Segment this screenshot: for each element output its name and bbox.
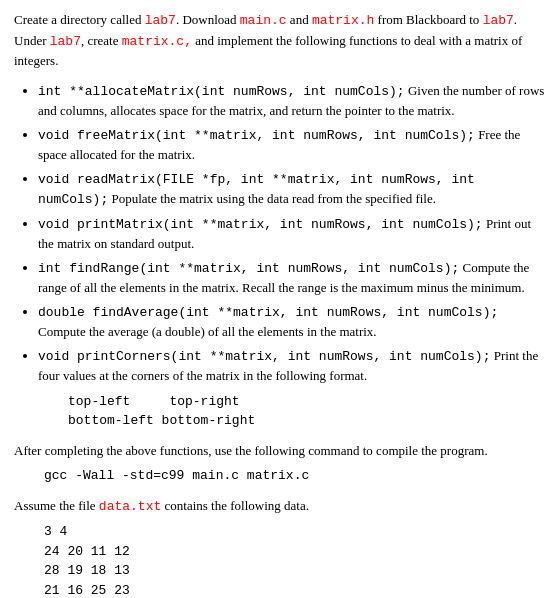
lab7-ref-2: lab7 <box>483 13 514 28</box>
lab7-ref-3: lab7 <box>50 34 81 49</box>
function-desc-3: Populate the matrix using the data read … <box>108 191 436 206</box>
data-line-4: 21 16 25 23 <box>44 581 545 599</box>
data-txt-ref: data.txt <box>99 499 161 514</box>
data-line-3: 28 19 18 13 <box>44 561 545 581</box>
list-item: void freeMatrix(int **matrix, int numRow… <box>38 125 545 165</box>
data-intro-text: Assume the file <box>14 498 99 513</box>
function-signature-5: int findRange(int **matrix, int numRows,… <box>38 261 459 276</box>
list-item: int **allocateMatrix(int numRows, int nu… <box>38 81 545 121</box>
lab7-ref-1: lab7 <box>145 13 176 28</box>
function-signature-1: int **allocateMatrix(int numRows, int nu… <box>38 84 405 99</box>
data-line-1: 3 4 <box>44 522 545 542</box>
list-item: void readMatrix(FILE *fp, int **matrix, … <box>38 169 545 210</box>
gcc-command-text: gcc -Wall -std=c99 main.c matrix.c <box>44 468 309 483</box>
list-item: int findRange(int **matrix, int numRows,… <box>38 258 545 298</box>
gcc-command: gcc -Wall -std=c99 main.c matrix.c <box>44 466 545 486</box>
intro-text-mid1: . Download <box>176 12 240 27</box>
data-intro: Assume the file data.txt contains the fo… <box>14 496 545 517</box>
data-intro-end: contains the following data. <box>161 498 309 513</box>
matrix-c-ref: matrix.c, <box>122 34 192 49</box>
function-signature-4: void printMatrix(int **matrix, int numRo… <box>38 217 483 232</box>
intro-text-mid3: from Blackboard to <box>374 12 482 27</box>
corners-format-line2: bottom-left bottom-right <box>68 411 545 431</box>
list-item: void printMatrix(int **matrix, int numRo… <box>38 214 545 254</box>
list-item: void printCorners(int **matrix, int numR… <box>38 346 545 431</box>
compile-intro: After completing the above functions, us… <box>14 441 545 461</box>
function-desc-6: Compute the average (a double) of all th… <box>38 324 377 339</box>
intro-text-before: Create a directory called <box>14 12 145 27</box>
data-content: 3 4 24 20 11 12 28 19 18 13 21 16 25 23 <box>44 522 545 598</box>
corners-format-line1: top-left top-right <box>68 392 545 412</box>
functions-list: int **allocateMatrix(int numRows, int nu… <box>38 81 545 431</box>
corners-format: top-left top-right bottom-left bottom-ri… <box>68 392 545 431</box>
intro-text-mid2: and <box>287 12 312 27</box>
data-line-2: 24 20 11 12 <box>44 542 545 562</box>
intro-paragraph: Create a directory called lab7. Download… <box>14 10 545 71</box>
function-signature-2: void freeMatrix(int **matrix, int numRow… <box>38 128 475 143</box>
function-signature-6: double findAverage(int **matrix, int num… <box>38 305 498 320</box>
main-c-ref: main.c <box>240 13 287 28</box>
intro-text-mid5: , create <box>81 33 122 48</box>
function-signature-7: void printCorners(int **matrix, int numR… <box>38 349 490 364</box>
list-item: double findAverage(int **matrix, int num… <box>38 302 545 342</box>
matrix-h-ref: matrix.h <box>312 13 374 28</box>
